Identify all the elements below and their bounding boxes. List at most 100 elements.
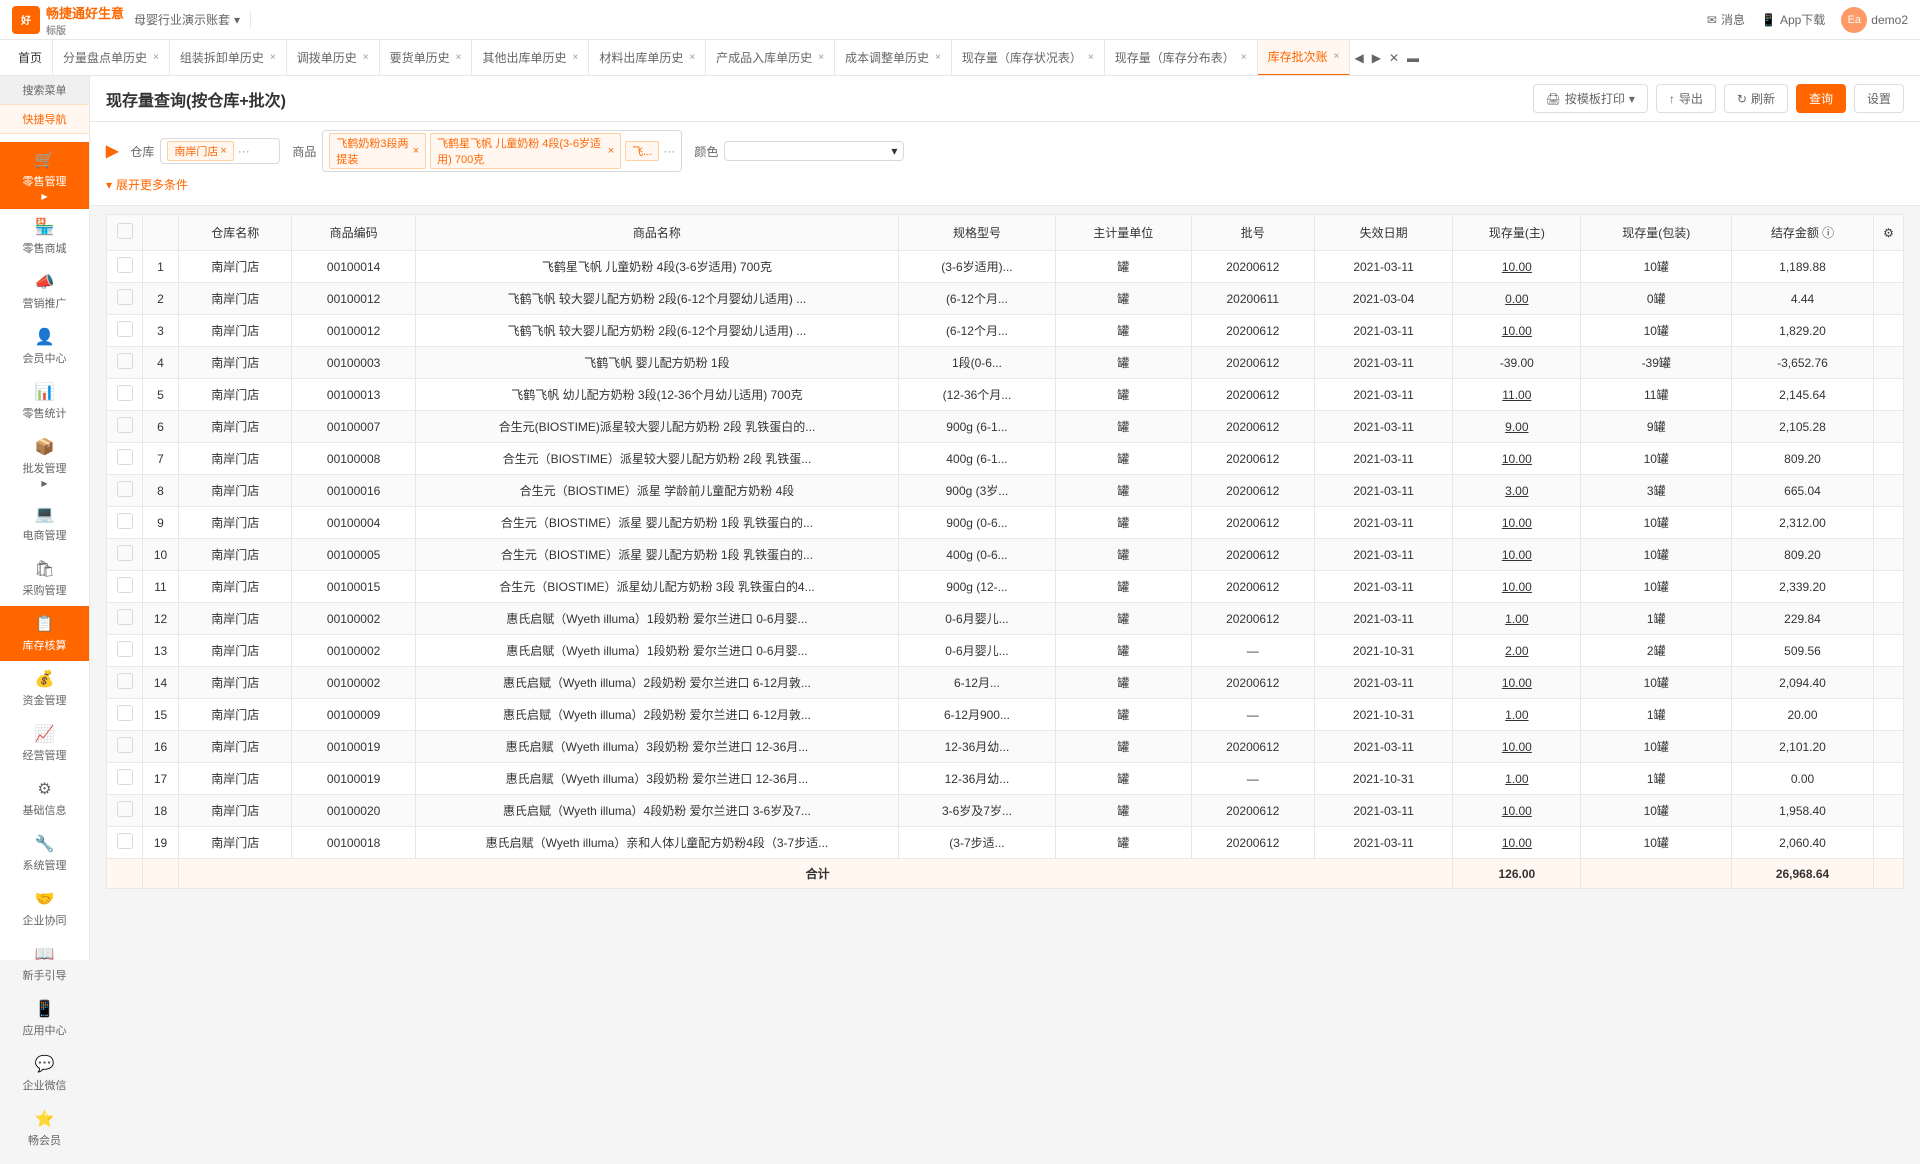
remove-warehouse-tag[interactable]: × [220, 145, 226, 157]
select-all-checkbox[interactable] [117, 223, 133, 239]
message-btn[interactable]: ✉ 消息 [1707, 11, 1745, 28]
cell-qty-main[interactable]: 1.00 [1453, 763, 1581, 795]
tab-pici[interactable]: 库存批次账 × [1258, 40, 1351, 76]
query-btn[interactable]: 查询 [1796, 84, 1846, 113]
close-cailiao[interactable]: × [689, 52, 695, 63]
cell-qty-main[interactable]: 10.00 [1453, 507, 1581, 539]
cell-qty-main[interactable]: -39.00 [1453, 347, 1581, 379]
cell-check[interactable] [107, 827, 143, 859]
cell-check[interactable] [107, 347, 143, 379]
cell-check[interactable] [107, 699, 143, 731]
sidebar-item-enterprise[interactable]: 🤝 企业协同 [0, 881, 89, 936]
tab-cailiao[interactable]: 材料出库单历史 × [589, 40, 706, 76]
tab-menu-btn[interactable]: ▬ [1403, 51, 1423, 65]
expand-btn[interactable]: ▶ [106, 141, 118, 161]
export-btn[interactable]: ↑ 导出 [1656, 84, 1716, 113]
cell-check[interactable] [107, 635, 143, 667]
tab-diaobo[interactable]: 调拨单历史 × [287, 40, 380, 76]
cell-check[interactable] [107, 251, 143, 283]
print-btn[interactable]: 🖨 按模板打印 ▾ [1533, 84, 1648, 113]
cell-qty-main[interactable]: 1.00 [1453, 699, 1581, 731]
close-fenpan[interactable]: × [153, 52, 159, 63]
sidebar-item-guide[interactable]: 📖 新手引导 [0, 936, 89, 991]
tab-kucun-status[interactable]: 现存量（库存状况表） × [952, 40, 1105, 76]
cell-check[interactable] [107, 443, 143, 475]
cell-qty-main[interactable]: 3.00 [1453, 475, 1581, 507]
close-zuchai[interactable]: × [270, 52, 276, 63]
expand-more-btn[interactable]: ▾ 展开更多条件 [106, 172, 1904, 197]
sidebar-item-retail-shop[interactable]: 🏪 零售商城 [0, 209, 89, 264]
cell-check[interactable] [107, 763, 143, 795]
org-selector[interactable]: 母婴行业演示账套 ▾ [124, 11, 251, 28]
sidebar-item-purchase[interactable]: 🛍 采购管理 [0, 551, 89, 606]
cell-qty-main[interactable]: 10.00 [1453, 443, 1581, 475]
sidebar-item-vip[interactable]: ⭐ 畅会员 [0, 1101, 89, 1156]
warehouse-selector[interactable]: 南岸门店 × ··· [160, 138, 280, 164]
app-download-btn[interactable]: 📱 App下载 [1761, 11, 1825, 28]
cell-check[interactable] [107, 379, 143, 411]
cell-check[interactable] [107, 731, 143, 763]
sidebar-item-inventory[interactable]: 📋 库存核算 [0, 606, 89, 661]
tab-kucun-dist[interactable]: 现存量（库存分布表） × [1105, 40, 1258, 76]
tab-close-btn[interactable]: ✕ [1385, 51, 1403, 65]
cell-qty-main[interactable]: 10.00 [1453, 667, 1581, 699]
sidebar-item-app-center[interactable]: 📱 应用中心 [0, 991, 89, 1046]
cell-qty-main[interactable]: 10.00 [1453, 571, 1581, 603]
close-pici[interactable]: × [1334, 51, 1340, 62]
tab-next-btn[interactable]: ▶ [1368, 51, 1385, 65]
sidebar-item-wechat[interactable]: 💬 企业微信 [0, 1046, 89, 1101]
cell-check[interactable] [107, 507, 143, 539]
sidebar-item-finance[interactable]: 💰 资金管理 [0, 661, 89, 716]
sidebar-item-ecommerce[interactable]: 💻 电商管理 [0, 496, 89, 551]
tab-yaohuo[interactable]: 要货单历史 × [380, 40, 473, 76]
cell-qty-main[interactable]: 9.00 [1453, 411, 1581, 443]
close-kucun-status[interactable]: × [1088, 52, 1094, 63]
cell-qty-main[interactable]: 10.00 [1453, 827, 1581, 859]
tab-fenpan[interactable]: 分量盘点单历史 × [53, 40, 170, 76]
cell-check[interactable] [107, 795, 143, 827]
close-kucun-dist[interactable]: × [1241, 52, 1247, 63]
cell-check[interactable] [107, 603, 143, 635]
close-diaobo[interactable]: × [363, 52, 369, 63]
refresh-btn[interactable]: ↻ 刷新 [1724, 84, 1788, 113]
color-selector[interactable]: ▾ [724, 141, 904, 161]
cell-check[interactable] [107, 539, 143, 571]
cell-check[interactable] [107, 283, 143, 315]
sidebar-item-member[interactable]: 👤 会员中心 [0, 319, 89, 374]
sidebar-item-wholesale[interactable]: 📦 批发管理 ▶ [0, 429, 89, 496]
remove-product-tag-1[interactable]: × [413, 145, 419, 157]
tab-prev-btn[interactable]: ◀ [1350, 51, 1367, 65]
sidebar-item-basic[interactable]: ⚙ 基础信息 [0, 771, 89, 826]
cell-qty-main[interactable]: 0.00 [1453, 283, 1581, 315]
cell-qty-main[interactable]: 1.00 [1453, 603, 1581, 635]
quick-nav-btn[interactable]: 快捷导航 [0, 104, 89, 134]
settings-btn[interactable]: 设置 [1854, 84, 1904, 113]
close-yaohuo[interactable]: × [456, 52, 462, 63]
tab-chengben[interactable]: 成本调整单历史 × [835, 40, 952, 76]
sidebar-item-retail-stat[interactable]: 📊 零售统计 [0, 374, 89, 429]
sidebar-item-retail-mgmt[interactable]: 🛒 零售管理 ▶ [0, 142, 89, 209]
cell-check[interactable] [107, 667, 143, 699]
remove-product-tag-2[interactable]: × [608, 145, 614, 157]
cell-qty-main[interactable]: 10.00 [1453, 315, 1581, 347]
cell-qty-main[interactable]: 10.00 [1453, 539, 1581, 571]
user-profile[interactable]: Ea demo2 [1841, 7, 1908, 33]
cell-qty-main[interactable]: 10.00 [1453, 795, 1581, 827]
cell-check[interactable] [107, 411, 143, 443]
tab-zuchai[interactable]: 组装拆卸单历史 × [170, 40, 287, 76]
product-selector[interactable]: 飞鹤奶粉3段两提装 × 飞鹤星飞帆 儿童奶粉 4段(3-6岁适用) 700克 ×… [322, 130, 682, 172]
cell-check[interactable] [107, 315, 143, 347]
tab-home[interactable]: 首页 [8, 40, 53, 76]
close-chengben[interactable]: × [935, 52, 941, 63]
sidebar-item-system[interactable]: 🔧 系统管理 [0, 826, 89, 881]
cell-qty-main[interactable]: 2.00 [1453, 635, 1581, 667]
cell-qty-main[interactable]: 10.00 [1453, 731, 1581, 763]
close-chuku[interactable]: × [572, 52, 578, 63]
cell-check[interactable] [107, 571, 143, 603]
cell-check[interactable] [107, 475, 143, 507]
search-menu-btn[interactable]: 搜索菜单 [0, 76, 89, 104]
tab-ruku[interactable]: 产成品入库单历史 × [706, 40, 835, 76]
tab-chuku[interactable]: 其他出库单历史 × [472, 40, 589, 76]
cell-qty-main[interactable]: 10.00 [1453, 251, 1581, 283]
sidebar-item-operation[interactable]: 📈 经营管理 [0, 716, 89, 771]
